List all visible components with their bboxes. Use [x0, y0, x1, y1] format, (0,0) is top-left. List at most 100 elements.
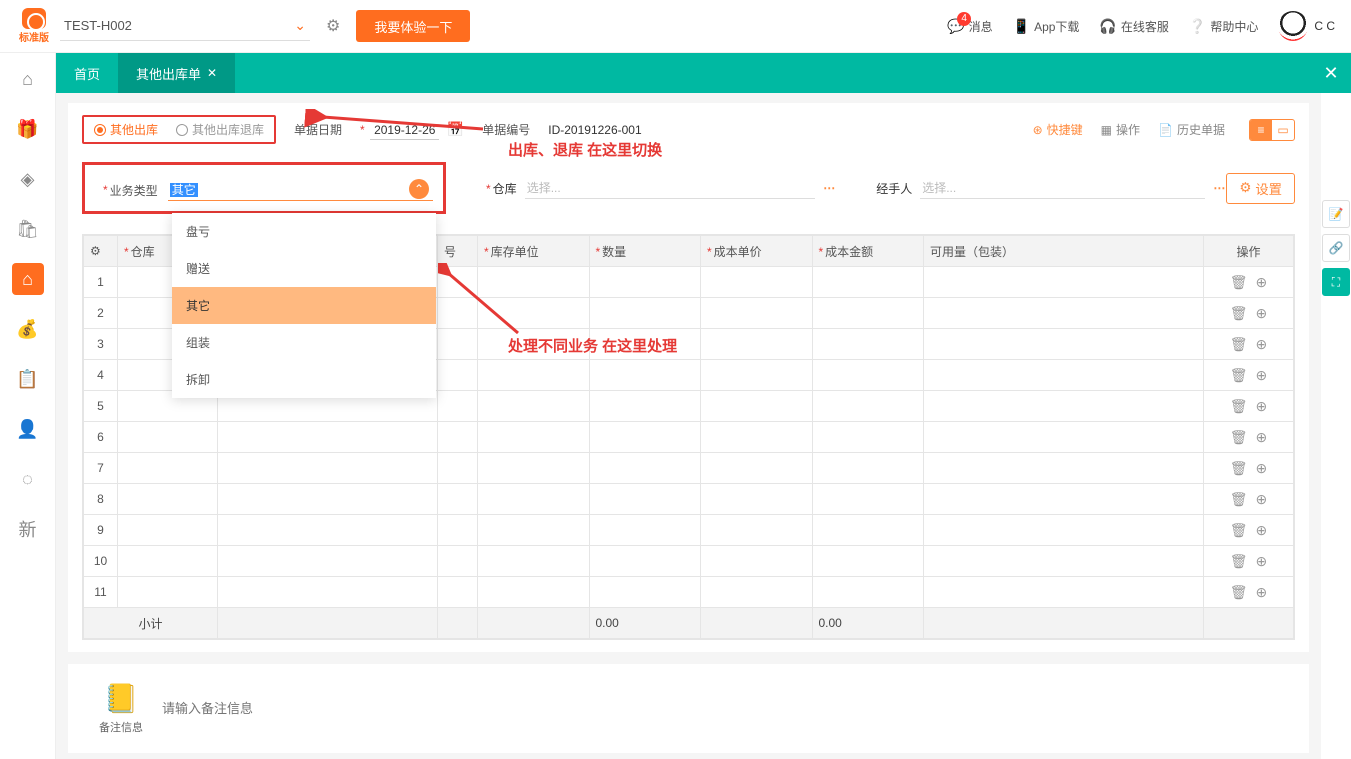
- tab-other-outbound-label: 其他出库单: [136, 64, 201, 83]
- nav-diamond-icon[interactable]: ◈: [12, 163, 44, 195]
- table-row[interactable]: 11🗑⊕: [84, 577, 1294, 608]
- close-icon[interactable]: ✕: [207, 66, 217, 80]
- tab-home[interactable]: 首页: [56, 53, 118, 93]
- help-icon: ❔: [1189, 18, 1206, 35]
- history-link[interactable]: 📄 历史单据: [1158, 121, 1225, 138]
- add-icon[interactable]: ⊕: [1256, 305, 1268, 321]
- ops-link[interactable]: ▦ 操作: [1101, 121, 1140, 138]
- tab-bar-close-icon[interactable]: ✕: [1311, 53, 1351, 93]
- nav-circle-icon[interactable]: ◌: [12, 463, 44, 495]
- user-name: C C: [1314, 19, 1335, 33]
- messages-label: 消息: [969, 18, 993, 35]
- chevron-up-icon[interactable]: ⌃: [409, 179, 429, 199]
- dd-item-assemble[interactable]: 组装: [172, 324, 436, 361]
- delete-icon[interactable]: 🗑: [1230, 336, 1248, 352]
- row-number: 9: [84, 515, 118, 546]
- help-link[interactable]: ❔ 帮助中心: [1189, 18, 1258, 35]
- delete-icon[interactable]: 🗑: [1230, 584, 1248, 600]
- nav-home-icon[interactable]: ⌂: [12, 63, 44, 95]
- radio-return-label: 其他出库退库: [192, 121, 264, 138]
- add-icon[interactable]: ⊕: [1256, 429, 1268, 445]
- more-icon[interactable]: ⋯: [823, 181, 836, 195]
- more-icon[interactable]: ⋯: [1213, 181, 1226, 195]
- add-icon[interactable]: ⊕: [1256, 460, 1268, 476]
- date-label: 单据日期: [294, 121, 342, 138]
- tenant-select[interactable]: TEST-H002 ⌄: [60, 11, 310, 41]
- document-header: 其他出库 其他出库退库 单据日期 * 2019-12-26 📅 单据编号 ID-…: [82, 115, 1295, 144]
- delete-icon[interactable]: 🗑: [1230, 429, 1248, 445]
- col-qty: *数量: [589, 236, 701, 267]
- nav-gift-icon[interactable]: 🎁: [12, 113, 44, 145]
- add-icon[interactable]: ⊕: [1256, 584, 1268, 600]
- rail-expand-icon[interactable]: ⛶: [1322, 268, 1350, 296]
- rail-note-icon[interactable]: 📝: [1322, 200, 1350, 228]
- settings-button[interactable]: ⚙ 设置: [1226, 173, 1295, 204]
- warehouse-label: 仓库: [493, 182, 517, 196]
- add-icon[interactable]: ⊕: [1256, 522, 1268, 538]
- gear-icon[interactable]: ⚙: [326, 16, 340, 36]
- add-icon[interactable]: ⊕: [1256, 367, 1268, 383]
- annotation-mid: 处理不同业务 在这里处理: [508, 335, 677, 356]
- col-gear[interactable]: ⚙: [84, 236, 118, 267]
- biz-type-input[interactable]: 其它: [168, 179, 433, 201]
- date-field[interactable]: * 2019-12-26 📅: [360, 121, 464, 138]
- radio-outbound[interactable]: 其他出库: [94, 121, 158, 138]
- nav-contact-icon[interactable]: 👤: [12, 413, 44, 445]
- nav-bag-icon[interactable]: 🛍: [12, 213, 44, 245]
- app-download-link[interactable]: 📱 App下载: [1013, 18, 1080, 35]
- nav-new-icon[interactable]: 新: [12, 513, 44, 545]
- delete-icon[interactable]: 🗑: [1230, 274, 1248, 290]
- nav-money-icon[interactable]: 💰: [12, 313, 44, 345]
- delete-icon[interactable]: 🗑: [1230, 367, 1248, 383]
- avatar[interactable]: [1278, 11, 1308, 41]
- radio-outbound-return[interactable]: 其他出库退库: [176, 121, 264, 138]
- messages-link[interactable]: 💬 消息 4: [947, 18, 992, 35]
- dd-item-disassemble[interactable]: 拆卸: [172, 361, 436, 398]
- shortcut-link[interactable]: ⊛ 快捷键: [1033, 121, 1083, 138]
- add-icon[interactable]: ⊕: [1256, 274, 1268, 290]
- handler-input[interactable]: 选择...: [920, 177, 1205, 199]
- row-number: 10: [84, 546, 118, 577]
- view-list-icon[interactable]: ≡: [1250, 120, 1272, 140]
- delete-icon[interactable]: 🗑: [1230, 305, 1248, 321]
- view-grid-icon[interactable]: ▭: [1272, 120, 1294, 140]
- try-button[interactable]: 我要体验一下: [356, 10, 470, 42]
- doc-no-value: ID-20191226-001: [548, 123, 641, 137]
- row-number: 5: [84, 391, 118, 422]
- calendar-icon: 📅: [447, 121, 464, 137]
- add-icon[interactable]: ⊕: [1256, 398, 1268, 414]
- row-number: 7: [84, 453, 118, 484]
- top-bar: 标准版 TEST-H002 ⌄ ⚙ 我要体验一下 💬 消息 4 📱 App下载 …: [0, 0, 1351, 53]
- delete-icon[interactable]: 🗑: [1230, 522, 1248, 538]
- page-body: 其他出库 其他出库退库 单据日期 * 2019-12-26 📅 单据编号 ID-…: [56, 93, 1321, 759]
- table-row[interactable]: 6🗑⊕: [84, 422, 1294, 453]
- table-row[interactable]: 8🗑⊕: [84, 484, 1294, 515]
- tab-home-label: 首页: [74, 64, 100, 83]
- delete-icon[interactable]: 🗑: [1230, 491, 1248, 507]
- table-row[interactable]: 9 🗑 ⊕: [84, 515, 1294, 546]
- doc-no-label: 单据编号: [482, 121, 530, 138]
- handler-label: 经手人: [876, 180, 912, 197]
- add-icon[interactable]: ⊕: [1256, 553, 1268, 569]
- add-icon[interactable]: ⊕: [1256, 336, 1268, 352]
- nav-clipboard-icon[interactable]: 📋: [12, 363, 44, 395]
- biz-type-dropdown: 盘亏 赠送 其它 组装 拆卸: [172, 213, 436, 398]
- dd-item-gift[interactable]: 赠送: [172, 250, 436, 287]
- remark-input[interactable]: [156, 695, 1291, 722]
- tenant-value: TEST-H002: [64, 18, 132, 33]
- rail-link-icon[interactable]: 🔗: [1322, 234, 1350, 262]
- warehouse-input[interactable]: 选择...: [525, 177, 816, 199]
- table-row[interactable]: 7 🗑 ⊕: [84, 453, 1294, 484]
- dd-item-other[interactable]: 其它: [172, 287, 436, 324]
- delete-icon[interactable]: 🗑: [1230, 460, 1248, 476]
- dd-item-loss[interactable]: 盘亏: [172, 213, 436, 250]
- nav-warehouse-icon[interactable]: ⌂: [12, 263, 44, 295]
- delete-icon[interactable]: 🗑: [1230, 398, 1248, 414]
- warehouse-field-group: *仓库 选择... ⋯: [486, 177, 836, 199]
- table-row[interactable]: 10 🗑 ⊕: [84, 546, 1294, 577]
- add-icon[interactable]: ⊕: [1256, 491, 1268, 507]
- delete-icon[interactable]: 🗑: [1230, 553, 1248, 569]
- service-link[interactable]: 🎧 在线客服: [1099, 18, 1168, 35]
- tab-other-outbound[interactable]: 其他出库单 ✕: [118, 53, 235, 93]
- remark-label: 备注信息: [99, 719, 143, 735]
